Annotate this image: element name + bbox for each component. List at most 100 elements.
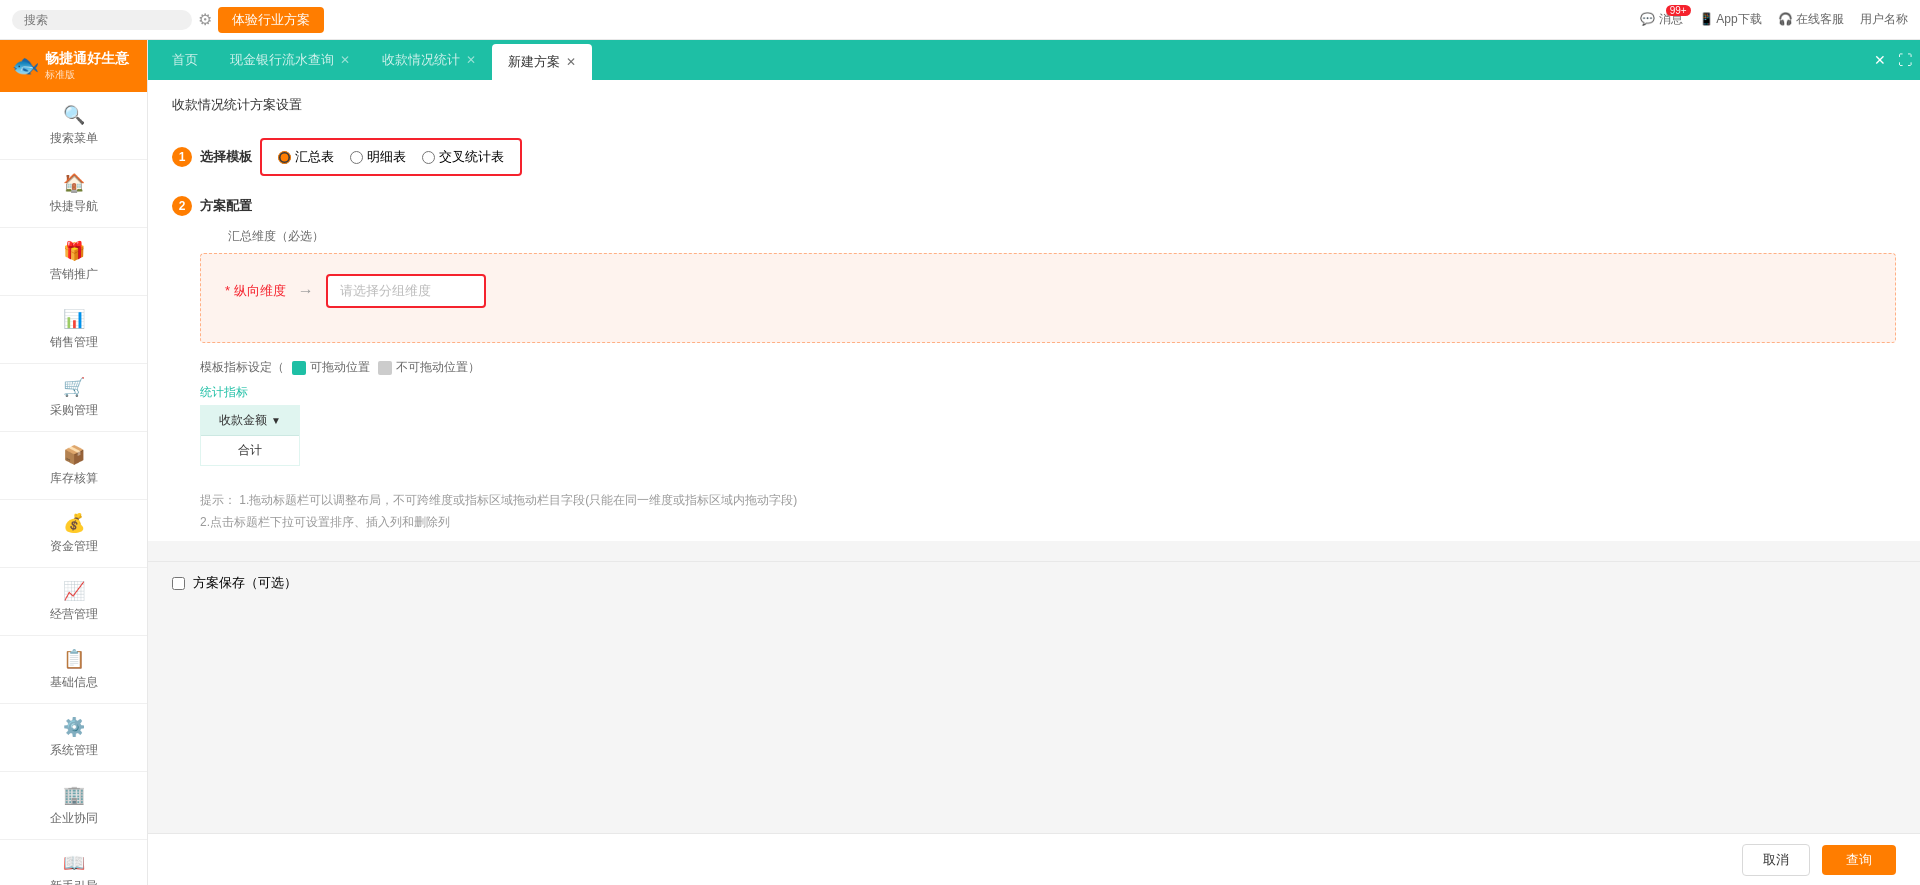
radio-summary-label: 汇总表 xyxy=(295,148,334,166)
draggable-color-box xyxy=(292,361,306,375)
section-template: 1 选择模板 汇总表 明细表 xyxy=(172,138,1896,176)
search-menu-icon: 🔍 xyxy=(63,104,85,126)
tab-newplan-label: 新建方案 xyxy=(508,53,560,71)
tab-cashflow-close[interactable]: ✕ xyxy=(340,53,350,67)
section-config: 2 方案配置 汇总维度（必选） * 纵向维度 → 请选择分组维度 xyxy=(172,196,1896,541)
content-area: 首页 现金银行流水查询 ✕ 收款情况统计 ✕ 新建方案 ✕ ✕ ⛶ 收款情况统计… xyxy=(148,40,1920,885)
section1-title: 选择模板 xyxy=(200,148,252,166)
sidebar-item-sales[interactable]: 📊 销售管理 xyxy=(0,296,147,364)
non-draggable-label: 不可拖动位置） xyxy=(396,359,480,376)
indicator-col-header[interactable]: 收款金额 ▼ xyxy=(201,406,299,436)
sidebar-item-marketing[interactable]: 🎁 营销推广 xyxy=(0,228,147,296)
tab-payment-label: 收款情况统计 xyxy=(382,51,460,69)
non-draggable-hint: 不可拖动位置） xyxy=(378,359,480,376)
sidebar-item-basic[interactable]: 📋 基础信息 xyxy=(0,636,147,704)
nav-icon: 🏠 xyxy=(63,172,85,194)
notification-icon[interactable]: 💬 99+ 消息 xyxy=(1640,11,1682,28)
sidebar-item-system[interactable]: ⚙️ 系统管理 xyxy=(0,704,147,772)
vertical-dimension-label: * 纵向维度 xyxy=(225,282,286,300)
indicator-header: 模板指标设定（ 可拖动位置 不可拖动位置） xyxy=(200,359,1896,376)
sidebar-item-enterprise[interactable]: 🏢 企业协同 xyxy=(0,772,147,840)
sidebar-item-search[interactable]: 🔍 搜索菜单 xyxy=(0,92,147,160)
tab-bar: 首页 现金银行流水查询 ✕ 收款情况统计 ✕ 新建方案 ✕ ✕ ⛶ xyxy=(148,40,1920,80)
gear-icon[interactable]: ⚙ xyxy=(198,10,212,29)
radio-summary[interactable]: 汇总表 xyxy=(278,148,334,166)
tab-payment[interactable]: 收款情况统计 ✕ xyxy=(366,40,492,80)
indicator-title: 模板指标设定（ xyxy=(200,359,284,376)
guide-icon: 📖 xyxy=(63,852,85,874)
stats-label: 统计指标 xyxy=(200,384,300,401)
radio-cross-label: 交叉统计表 xyxy=(439,148,504,166)
enterprise-icon: 🏢 xyxy=(63,784,85,806)
sidebar-item-management[interactable]: 📈 经营管理 xyxy=(0,568,147,636)
indicator-col: 收款金额 ▼ 合计 xyxy=(200,405,300,466)
sidebar-item-label: 采购管理 xyxy=(50,402,98,419)
sidebar-item-inventory[interactable]: 📦 库存核算 xyxy=(0,432,147,500)
section2-num: 2 xyxy=(172,196,192,216)
top-bar-left: ⚙ 体验行业方案 xyxy=(12,7,1632,33)
tab-home[interactable]: 首页 xyxy=(156,40,214,80)
search-input[interactable] xyxy=(12,10,192,30)
main-layout: 🐟 畅捷通好生意 标准版 🔍 搜索菜单 🏠 快捷导航 🎁 营销推广 📊 销售管理… xyxy=(0,40,1920,885)
indicator-col-header-text: 收款金额 xyxy=(219,412,267,429)
tab-newplan[interactable]: 新建方案 ✕ xyxy=(492,44,592,80)
sidebar-item-label: 搜索菜单 xyxy=(50,130,98,147)
sidebar-item-label: 资金管理 xyxy=(50,538,98,555)
indicator-table: 统计指标 收款金额 ▼ 合计 xyxy=(200,384,300,466)
system-icon: ⚙️ xyxy=(63,716,85,738)
save-label: 方案保存（可选） xyxy=(193,574,297,592)
page-content: 收款情况统计方案设置 1 选择模板 汇总表 xyxy=(148,80,1920,833)
sidebar-item-label: 新手引导 xyxy=(50,878,98,885)
top-bar: ⚙ 体验行业方案 💬 99+ 消息 📱 App下载 🎧 在线客服 用户名称 xyxy=(0,0,1920,40)
tab-newplan-close[interactable]: ✕ xyxy=(566,55,576,69)
tab-payment-close[interactable]: ✕ xyxy=(466,53,476,67)
sidebar-item-label: 销售管理 xyxy=(50,334,98,351)
tab-home-label: 首页 xyxy=(172,51,198,69)
online-service[interactable]: 🎧 在线客服 xyxy=(1778,11,1844,28)
dimension-placeholder: 请选择分组维度 xyxy=(340,283,431,298)
save-checkbox[interactable] xyxy=(172,577,185,590)
management-icon: 📈 xyxy=(63,580,85,602)
user-name[interactable]: 用户名称 xyxy=(1860,11,1908,28)
form-container: 收款情况统计方案设置 1 选择模板 汇总表 xyxy=(148,80,1920,541)
logo-sub: 标准版 xyxy=(45,68,129,82)
tab-cashflow[interactable]: 现金银行流水查询 ✕ xyxy=(214,40,366,80)
dropdown-icon[interactable]: ▼ xyxy=(271,415,281,426)
marketing-icon: 🎁 xyxy=(63,240,85,262)
draggable-hint: 可拖动位置 xyxy=(292,359,370,376)
radio-cross[interactable]: 交叉统计表 xyxy=(422,148,504,166)
sidebar-item-label: 经营管理 xyxy=(50,606,98,623)
sidebar-item-finance[interactable]: 💰 资金管理 xyxy=(0,500,147,568)
tips-area: 提示： 1.拖动标题栏可以调整布局，不可跨维度或指标区域拖动栏目字段(只能在同一… xyxy=(200,482,1896,541)
tab-close-icon[interactable]: ✕ xyxy=(1874,52,1886,68)
tab-bar-actions: ✕ ⛶ xyxy=(1874,52,1912,68)
draggable-label: 可拖动位置 xyxy=(310,359,370,376)
trial-button[interactable]: 体验行业方案 xyxy=(218,7,324,33)
cancel-button[interactable]: 取消 xyxy=(1742,844,1810,876)
top-bar-right: 💬 99+ 消息 📱 App下载 🎧 在线客服 用户名称 xyxy=(1640,11,1908,28)
app-download[interactable]: 📱 App下载 xyxy=(1699,11,1762,28)
section1-header: 1 选择模板 汇总表 明细表 xyxy=(172,138,1896,176)
tip-1: 提示： 1.拖动标题栏可以调整布局，不可跨维度或指标区域拖动栏目字段(只能在同一… xyxy=(200,490,1896,512)
sidebar-item-guide[interactable]: 📖 新手引导 xyxy=(0,840,147,885)
sidebar-logo: 🐟 畅捷通好生意 标准版 xyxy=(0,40,147,92)
inventory-icon: 📦 xyxy=(63,444,85,466)
bottom-bar: 取消 查询 xyxy=(148,833,1920,885)
sidebar-item-label: 快捷导航 xyxy=(50,198,98,215)
query-button[interactable]: 查询 xyxy=(1822,845,1896,875)
sales-icon: 📊 xyxy=(63,308,85,330)
sidebar-item-label: 基础信息 xyxy=(50,674,98,691)
radio-detail[interactable]: 明细表 xyxy=(350,148,406,166)
sidebar-item-purchase[interactable]: 🛒 采购管理 xyxy=(0,364,147,432)
section2-title: 方案配置 xyxy=(200,197,252,215)
sidebar-item-label: 系统管理 xyxy=(50,742,98,759)
sidebar-item-label: 企业协同 xyxy=(50,810,98,827)
basic-icon: 📋 xyxy=(63,648,85,670)
sidebar-item-nav[interactable]: 🏠 快捷导航 xyxy=(0,160,147,228)
tab-expand-icon[interactable]: ⛶ xyxy=(1898,52,1912,68)
template-options-box: 汇总表 明细表 交叉统计表 xyxy=(260,138,522,176)
indicator-section: 模板指标设定（ 可拖动位置 不可拖动位置） xyxy=(200,359,1896,466)
dimension-arrow: → xyxy=(298,282,314,300)
dimension-title: 汇总维度（必选） xyxy=(228,228,1896,245)
dimension-select[interactable]: 请选择分组维度 xyxy=(326,274,486,308)
